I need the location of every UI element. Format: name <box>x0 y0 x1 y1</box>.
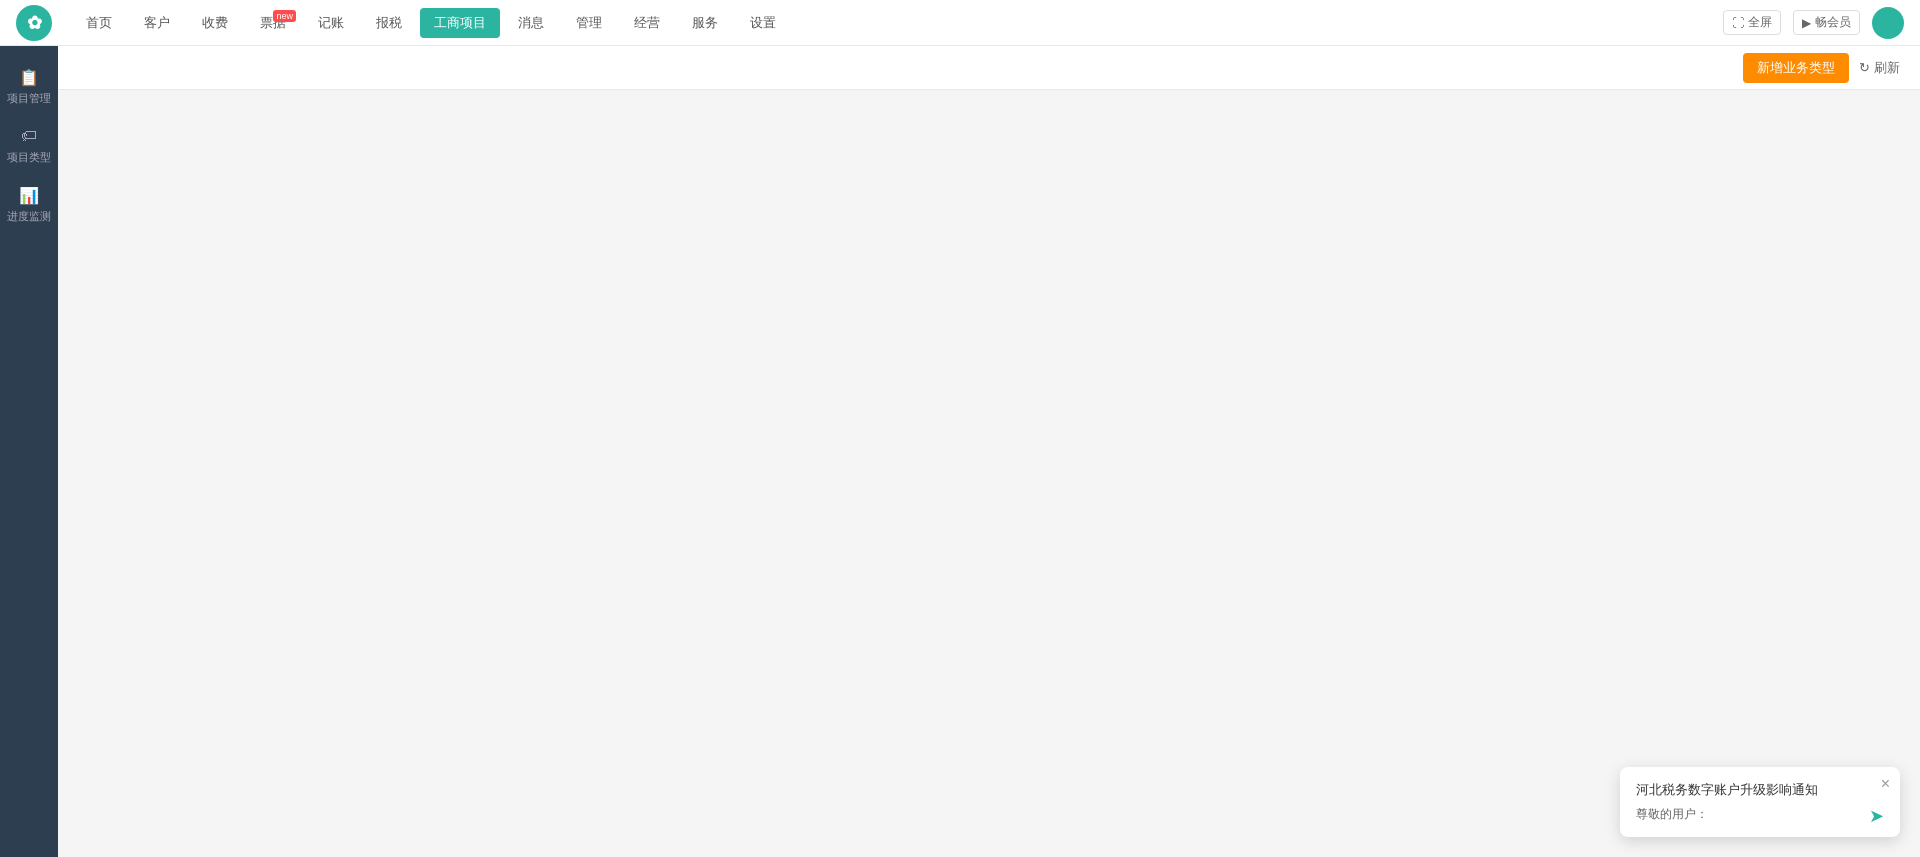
nav-item-首页[interactable]: 首页 <box>72 8 126 38</box>
sidebar-icon: 📊 <box>18 184 40 206</box>
sidebar-item-进度监测[interactable]: 📊 进度监测 <box>0 174 58 233</box>
fullscreen-label: 全屏 <box>1748 14 1772 31</box>
notification-arrow-icon: ➤ <box>1869 805 1884 827</box>
fullscreen-button[interactable]: ⛶ 全屏 <box>1723 10 1781 35</box>
top-nav: ✿ 首页客户收费票据new记账报税工商项目消息管理经营服务设置 ⛶ 全屏 ▶ 畅… <box>0 0 1920 46</box>
refresh-label: 刷新 <box>1874 59 1900 77</box>
nav-items: 首页客户收费票据new记账报税工商项目消息管理经营服务设置 <box>72 8 1723 38</box>
notification-close-button[interactable]: × <box>1881 775 1890 793</box>
member-button[interactable]: ▶ 畅会员 <box>1793 10 1860 35</box>
user-avatar[interactable] <box>1872 7 1904 39</box>
nav-item-报税[interactable]: 报税 <box>362 8 416 38</box>
nav-item-记账[interactable]: 记账 <box>304 8 358 38</box>
member-label: 畅会员 <box>1815 14 1851 31</box>
nav-item-服务[interactable]: 服务 <box>678 8 732 38</box>
nav-item-票据[interactable]: 票据new <box>246 8 300 38</box>
nav-item-客户[interactable]: 客户 <box>130 8 184 38</box>
nav-item-消息[interactable]: 消息 <box>504 8 558 38</box>
main-content: 新增业务类型 ↻ 刷新 <box>58 46 1920 857</box>
nav-item-工商项目[interactable]: 工商项目 <box>420 8 500 38</box>
sidebar-item-label: 项目类型 <box>7 151 51 164</box>
nav-item-收费[interactable]: 收费 <box>188 8 242 38</box>
sidebar-item-项目类型[interactable]: 🏷 项目类型 <box>0 115 58 174</box>
content-area <box>58 90 1920 122</box>
tab-actions: 新增业务类型 ↻ 刷新 <box>1743 53 1900 83</box>
sidebar-icon: 📋 <box>18 66 40 88</box>
notification-popup: × 河北税务数字账户升级影响通知 尊敬的用户： ➤ <box>1620 767 1900 837</box>
notification-title: 河北税务数字账户升级影响通知 <box>1636 781 1884 799</box>
sidebar-item-label: 项目管理 <box>7 92 51 105</box>
fullscreen-icon: ⛶ <box>1732 16 1744 30</box>
nav-item-设置[interactable]: 设置 <box>736 8 790 38</box>
tab-bar: 新增业务类型 ↻ 刷新 <box>58 46 1920 90</box>
sidebar-item-项目管理[interactable]: 📋 项目管理 <box>0 56 58 115</box>
nav-item-经营[interactable]: 经营 <box>620 8 674 38</box>
member-icon: ▶ <box>1802 16 1811 30</box>
badge-new: new <box>273 10 296 22</box>
refresh-button[interactable]: ↻ 刷新 <box>1859 59 1900 77</box>
logo[interactable]: ✿ <box>16 5 52 41</box>
sidebar-item-label: 进度监测 <box>7 210 51 223</box>
refresh-icon: ↻ <box>1859 60 1870 75</box>
add-business-type-button[interactable]: 新增业务类型 <box>1743 53 1849 83</box>
sidebar: 📋 项目管理 🏷 项目类型 📊 进度监测 <box>0 46 58 857</box>
nav-right: ⛶ 全屏 ▶ 畅会员 <box>1723 7 1904 39</box>
sidebar-icon: 🏷 <box>18 125 40 147</box>
nav-item-管理[interactable]: 管理 <box>562 8 616 38</box>
notification-body: 尊敬的用户： <box>1636 805 1884 823</box>
